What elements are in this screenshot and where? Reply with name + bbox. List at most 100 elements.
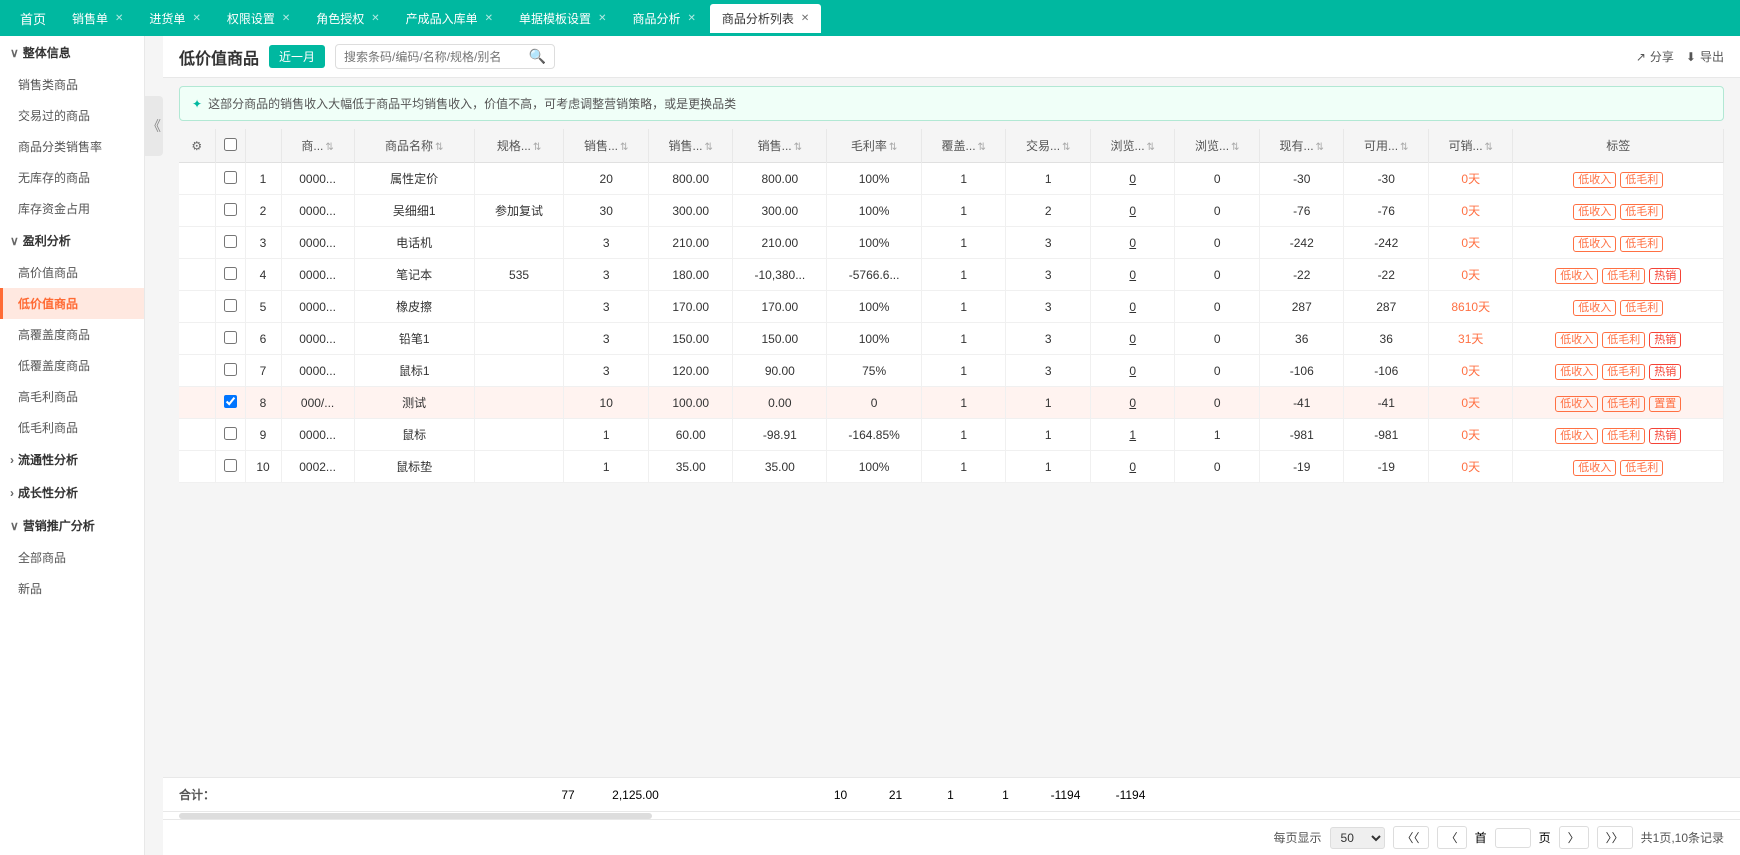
td-browse1[interactable]: 0 <box>1090 291 1175 323</box>
nav-sales[interactable]: 销售单 ✕ <box>60 4 135 33</box>
sidebar-item-high-value[interactable]: 高价值商品 <box>0 257 144 288</box>
th-trade-count[interactable]: 交易...⇅ <box>1006 129 1091 163</box>
th-settings[interactable]: ⚙ <box>179 129 215 163</box>
th-available[interactable]: 可用...⇅ <box>1344 129 1429 163</box>
table-container[interactable]: ⚙ 商...⇅ 商品名称⇅ 规格...⇅ 销售...⇅ 销售...⇅ 销售...… <box>179 129 1724 777</box>
sidebar-item-low-profit[interactable]: 低毛利商品 <box>0 412 144 443</box>
td-checkbox[interactable] <box>215 291 245 323</box>
th-gross-margin[interactable]: 毛利率⇅ <box>827 129 922 163</box>
browse1-link[interactable]: 0 <box>1129 460 1136 474</box>
td-browse1[interactable]: 0 <box>1090 355 1175 387</box>
browse1-link[interactable]: 1 <box>1129 428 1136 442</box>
export-button[interactable]: ⬇ 导出 <box>1686 48 1724 65</box>
td-browse1[interactable]: 0 <box>1090 323 1175 355</box>
th-code[interactable]: 商...⇅ <box>281 129 354 163</box>
nav-roles[interactable]: 角色授权 ✕ <box>304 4 391 33</box>
th-name[interactable]: 商品名称⇅ <box>354 129 474 163</box>
nav-products-in-close[interactable]: ✕ <box>485 13 493 24</box>
nav-purchase[interactable]: 进货单 ✕ <box>137 4 212 33</box>
browse1-link[interactable]: 0 <box>1129 204 1136 218</box>
first-page-button[interactable]: 〈〈 <box>1393 826 1429 849</box>
td-browse1[interactable]: 0 <box>1090 387 1175 419</box>
nav-analysis-list[interactable]: 商品分析列表 ✕ <box>710 4 821 33</box>
browse1-link[interactable]: 0 <box>1129 396 1136 410</box>
browse1-link[interactable]: 0 <box>1129 236 1136 250</box>
nav-products-in[interactable]: 产成品入库单 ✕ <box>394 4 505 33</box>
nav-roles-close[interactable]: ✕ <box>371 13 379 24</box>
nav-purchase-close[interactable]: ✕ <box>192 13 200 24</box>
sidebar-item-new-products[interactable]: 新品 <box>0 573 144 604</box>
browse1-link[interactable]: 0 <box>1129 300 1136 314</box>
nav-permissions[interactable]: 权限设置 ✕ <box>215 4 302 33</box>
th-browse2[interactable]: 浏览...⇅ <box>1175 129 1260 163</box>
sidebar-collapse-button[interactable]: 《 <box>145 96 163 156</box>
next-page-button[interactable]: 〉 <box>1559 826 1589 849</box>
td-browse1[interactable]: 0 <box>1090 259 1175 291</box>
nav-analysis-list-close[interactable]: ✕ <box>801 13 809 24</box>
nav-permissions-close[interactable]: ✕ <box>282 13 290 24</box>
sidebar-group-circulation[interactable]: › 流通性分析 <box>0 443 144 476</box>
td-browse1[interactable]: 0 <box>1090 451 1175 483</box>
browse1-link[interactable]: 0 <box>1129 364 1136 378</box>
td-browse1[interactable]: 0 <box>1090 195 1175 227</box>
settings-icon[interactable]: ⚙ <box>191 139 202 153</box>
browse1-link[interactable]: 0 <box>1129 268 1136 282</box>
td-current-stock: -41 <box>1259 387 1344 419</box>
search-input[interactable] <box>344 50 529 64</box>
nav-home[interactable]: 首页 <box>8 3 58 34</box>
td-checkbox[interactable] <box>215 227 245 259</box>
sidebar-item-low-value[interactable]: 低价值商品 <box>0 288 144 319</box>
share-button[interactable]: ↗ 分享 <box>1636 48 1674 65</box>
nav-analysis-close[interactable]: ✕ <box>687 13 695 24</box>
sidebar-group-overall[interactable]: ∨ 整体信息 <box>0 36 144 69</box>
current-page-input[interactable]: 1 <box>1495 828 1531 848</box>
sidebar-item-out-of-stock[interactable]: 无库存的商品 <box>0 162 144 193</box>
th-sales-income[interactable]: 销售...⇅ <box>648 129 733 163</box>
th-spec[interactable]: 规格...⇅ <box>474 129 564 163</box>
td-settings <box>179 163 215 195</box>
td-checkbox[interactable] <box>215 419 245 451</box>
th-coverage[interactable]: 覆盖...⇅ <box>921 129 1006 163</box>
td-checkbox[interactable] <box>215 451 245 483</box>
sidebar-group-marketing[interactable]: ∨ 营销推广分析 <box>0 509 144 542</box>
sidebar-item-low-coverage[interactable]: 低覆盖度商品 <box>0 350 144 381</box>
prev-page-button[interactable]: 〈 <box>1437 826 1467 849</box>
td-browse1[interactable]: 1 <box>1090 419 1175 451</box>
sidebar-item-category-sales-rate[interactable]: 商品分类销售率 <box>0 131 144 162</box>
td-browse1[interactable]: 0 <box>1090 163 1175 195</box>
nav-analysis[interactable]: 商品分析 ✕ <box>620 4 707 33</box>
sidebar-item-inventory-capital[interactable]: 库存资金占用 <box>0 193 144 224</box>
td-checkbox[interactable] <box>215 355 245 387</box>
per-page-select[interactable]: 50 100 200 <box>1330 827 1385 849</box>
search-icon[interactable]: 🔍 <box>529 48 546 65</box>
sidebar-item-traded[interactable]: 交易过的商品 <box>0 100 144 131</box>
th-sales-cost[interactable]: 销售...⇅ <box>733 129 827 163</box>
td-checkbox[interactable] <box>215 163 245 195</box>
browse1-link[interactable]: 0 <box>1129 172 1136 186</box>
td-checkbox[interactable] <box>215 195 245 227</box>
th-browse1[interactable]: 浏览...⇅ <box>1090 129 1175 163</box>
browse1-link[interactable]: 0 <box>1129 332 1136 346</box>
sidebar-group-growth[interactable]: › 成长性分析 <box>0 476 144 509</box>
td-checkbox[interactable] <box>215 387 245 419</box>
td-checkbox[interactable] <box>215 323 245 355</box>
sidebar-item-high-profit[interactable]: 高毛利商品 <box>0 381 144 412</box>
sidebar-group-profit[interactable]: ∨ 盈利分析 <box>0 224 144 257</box>
td-checkbox[interactable] <box>215 259 245 291</box>
select-all-checkbox[interactable] <box>224 138 237 151</box>
sidebar-item-high-coverage[interactable]: 高覆盖度商品 <box>0 319 144 350</box>
th-saleable[interactable]: 可销...⇅ <box>1428 129 1513 163</box>
sidebar-item-sales-category[interactable]: 销售类商品 <box>0 69 144 100</box>
nav-sales-close[interactable]: ✕ <box>115 13 123 24</box>
th-sales-qty[interactable]: 销售...⇅ <box>564 129 649 163</box>
th-checkbox[interactable] <box>215 129 245 163</box>
nav-template-close[interactable]: ✕ <box>598 13 606 24</box>
sidebar-item-all-products[interactable]: 全部商品 <box>0 542 144 573</box>
time-filter-button[interactable]: 近一月 <box>269 45 325 68</box>
total-coverage: 10 <box>813 788 868 802</box>
last-page-button[interactable]: 〉〉 <box>1597 826 1633 849</box>
td-sales-qty: 3 <box>564 323 649 355</box>
th-current-stock[interactable]: 现有...⇅ <box>1259 129 1344 163</box>
nav-template[interactable]: 单据模板设置 ✕ <box>507 4 618 33</box>
td-browse1[interactable]: 0 <box>1090 227 1175 259</box>
